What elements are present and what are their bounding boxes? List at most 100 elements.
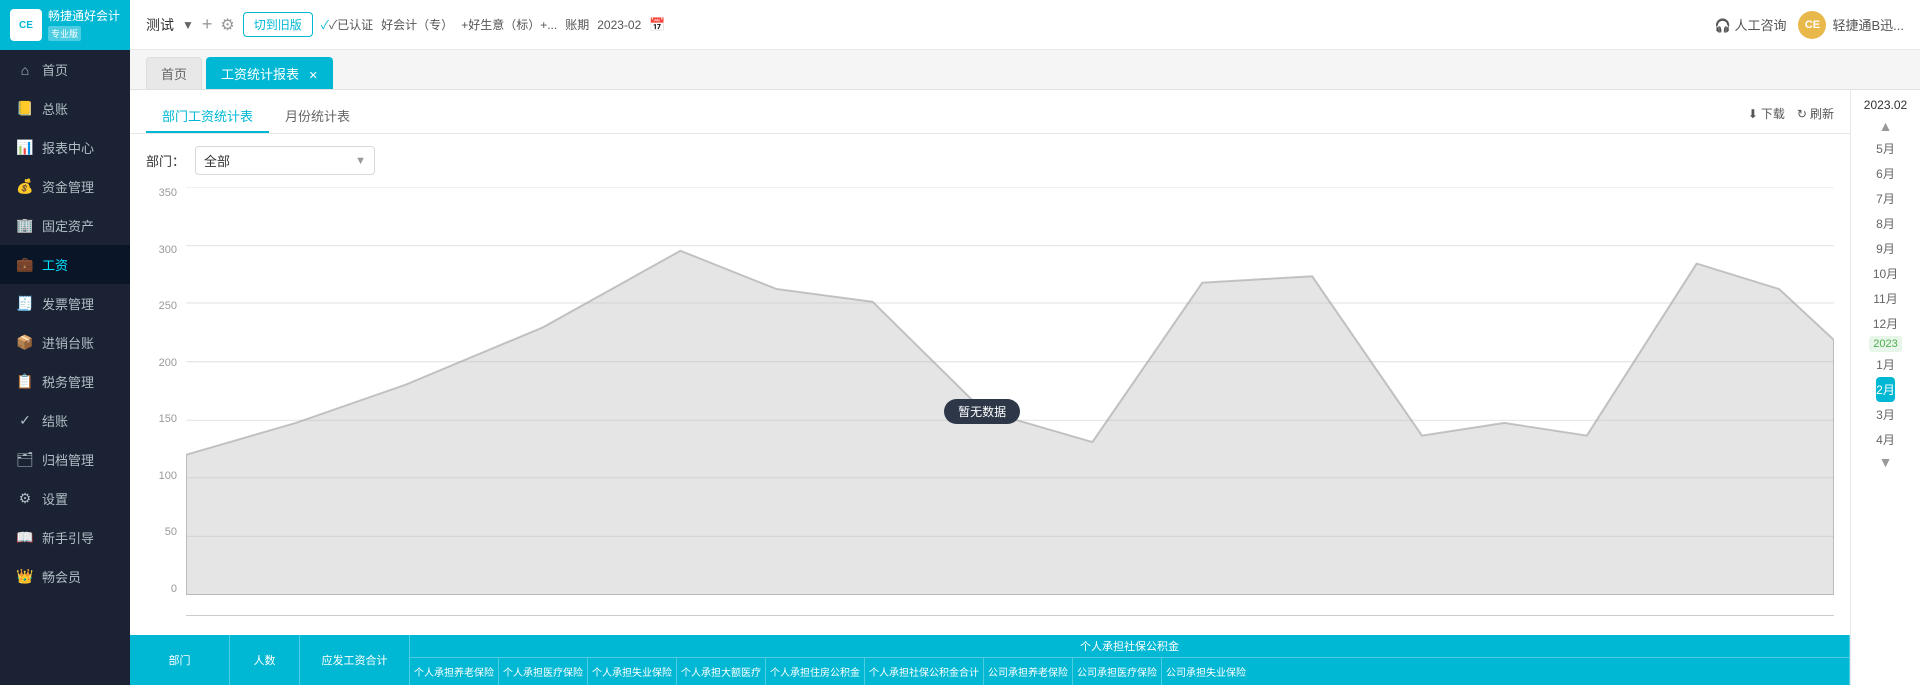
sidebar-label-tax: 税务管理 [42,372,94,391]
th-sub-4: 个人承担住房公积金 [766,658,865,685]
sidebar-item-archive[interactable]: 🗂归档管理 [0,440,130,479]
refresh-btn[interactable]: ↻ 刷新 [1797,105,1834,122]
sidebar: CE 畅捷通好会计 专业版 ⌂ 首页 📒 总账 📊报表中心💰资金管理🏢固定资产💼工资 🧾 发… [0,0,130,685]
sidebar-icon-member: 👑 [16,568,34,585]
dept-select[interactable]: 全部 ▼ [195,146,375,175]
th-sub-1: 个人承担医疗保险 [499,658,588,685]
rp-month-12月[interactable]: 12月 [1873,311,1898,336]
app-edition: 专业版 [48,26,81,41]
sidebar-icon-tax: 📋 [16,373,34,390]
main-content: 测试 ▼ + ⚙ 切到旧版 ✓✓已认证 好会计（专） +好生意（标）+... 账… [130,0,1920,685]
sidebar-item-invoice[interactable]: 🧾 发票管理 [0,284,130,323]
sidebar-item-assets[interactable]: 🏢固定资产 [0,206,130,245]
sidebar-label-invoice: 发票管理 [42,294,94,313]
sidebar-item-ledger[interactable]: 📒 总账 [0,89,130,128]
download-icon: ⬇ [1748,107,1758,121]
subtab-dept[interactable]: 部门工资统计表 [146,100,269,133]
th-sub-7: 公司承担医疗保险 [1073,658,1162,685]
sidebar-icon-invoice: 🧾 [16,295,34,312]
rp-up-arrow[interactable]: ▲ [1877,116,1895,136]
sidebar-icon-guide: 📖 [16,529,34,546]
sidebar-label-home: 首页 [42,60,68,79]
sidebar-item-report[interactable]: 📊报表中心 [0,128,130,167]
chart-area: 350 300 250 200 150 100 50 0 [130,187,1850,635]
rp-month-7月[interactable]: 7月 [1873,186,1898,211]
subtab-monthly[interactable]: 月份统计表 [269,100,366,133]
switch-old-btn[interactable]: 切到旧版 [243,12,313,37]
sidebar-icon-archive: 🗂 [16,451,34,468]
rp-month-8月[interactable]: 8月 [1873,211,1898,236]
x-axis [186,605,1834,625]
sidebar-item-settle[interactable]: ✓结账 [0,401,130,440]
sidebar-icon-home: ⌂ [16,62,34,78]
th-sub-8: 公司承担失业保险 [1162,658,1250,685]
tab-close-btn[interactable]: ✕ [309,70,318,82]
avatar: CE [1798,11,1826,39]
th-sub-3: 个人承担大额医疗 [677,658,766,685]
rp-month-6月[interactable]: 6月 [1873,161,1898,186]
sidebar-icon-assets: 🏢 [16,217,34,234]
sidebar-icon-settle: ✓ [16,412,34,429]
tabs-bar: 首页 工资统计报表 ✕ [130,50,1920,90]
subtab-group: 部门工资统计表 月份统计表 [146,100,366,133]
company-dropdown[interactable]: ▼ [182,18,194,32]
topbar-right: 🎧 人工咨询 CE 轻捷通B迅... [1715,11,1904,39]
topbar: 测试 ▼ + ⚙ 切到旧版 ✓✓已认证 好会计（专） +好生意（标）+... 账… [130,0,1920,50]
filter-bar: 部门： 全部 ▼ [130,134,1850,187]
sidebar-icon-settings: ⚙ [16,490,34,507]
sidebar-label-sales: 进销台账 [42,333,94,352]
th-sub-5: 个人承担社保公积金合计 [865,658,984,685]
accounting-tag: 好会计（专） [381,16,453,33]
sidebar-item-salary[interactable]: 💼工资 [0,245,130,284]
user-menu[interactable]: CE 轻捷通B迅... [1798,11,1904,39]
rp-month-9月[interactable]: 9月 [1873,236,1898,261]
rp-year-badge[interactable]: 2023 [1869,336,1901,352]
sidebar-label-ledger: 总账 [42,99,68,118]
download-btn[interactable]: ⬇ 下载 [1748,105,1785,122]
sidebar-label-guide: 新手引导 [42,528,94,547]
rp-month2-2月[interactable]: 2月 [1876,377,1895,402]
sidebar-item-member[interactable]: 👑畅会员 [0,557,130,596]
th-count: 人数 [230,635,300,685]
right-panel: 2023.02 ▲ 5月6月7月8月9月10月11月12月 2023 1月2月3… [1850,90,1920,685]
y-axis-labels: 350 300 250 200 150 100 50 0 [146,187,181,595]
th-group-individual: 个人承担社保公积金 个人承担养老保险个人承担医疗保险个人承担失业保险个人承担大额… [410,635,1850,685]
tab-home[interactable]: 首页 [146,57,202,89]
period-value: 2023-02 [597,18,641,32]
rp-month-11月[interactable]: 11月 [1873,286,1898,311]
sidebar-item-home[interactable]: ⌂ 首页 [0,50,130,89]
rp-down-arrow[interactable]: ▼ [1877,452,1895,472]
chart-container: 350 300 250 200 150 100 50 0 [146,187,1834,625]
table-header: 部门 人数 应发工资合计 个人承担社保公积金 个人承担养老保险个人承担医疗保险个… [130,635,1850,685]
subtab-actions: ⬇ 下载 ↻ 刷新 [1748,105,1834,128]
sidebar-item-funds[interactable]: 💰资金管理 [0,167,130,206]
sidebar-icon-report: 📊 [16,139,34,156]
rp-month2-3月[interactable]: 3月 [1876,402,1895,427]
sidebar-item-guide[interactable]: 📖 新手引导 [0,518,130,557]
rp-month-5月[interactable]: 5月 [1873,136,1898,161]
add-btn[interactable]: + [202,14,213,35]
username: 轻捷通B迅... [1832,15,1904,34]
tab-salary-report[interactable]: 工资统计报表 ✕ [206,57,333,89]
th-sub-2: 个人承担失业保险 [588,658,677,685]
rp-month2-4月[interactable]: 4月 [1876,427,1895,452]
extra-tags: +好生意（标）+... [461,16,557,33]
sidebar-icon-ledger: 📒 [16,100,34,117]
support-link[interactable]: 🎧 人工咨询 [1715,15,1787,34]
sidebar-nav: ⌂ 首页 📒 总账 📊报表中心💰资金管理🏢固定资产💼工资 🧾 发票管理 📦进销台账 📋 税务管理 ✓… [0,50,130,596]
th-group-subs: 个人承担养老保险个人承担医疗保险个人承担失业保险个人承担大额医疗个人承担住房公积… [410,658,1849,685]
chart-svg [186,187,1834,595]
company-name: 测试 [146,15,174,35]
sidebar-logo: CE 畅捷通好会计 专业版 [0,0,130,50]
rp-month2-1月[interactable]: 1月 [1876,352,1895,377]
sidebar-item-tax[interactable]: 📋 税务管理 [0,362,130,401]
settings-btn[interactable]: ⚙ [220,15,234,35]
sidebar-item-settings[interactable]: ⚙设置 [0,479,130,518]
sidebar-icon-salary: 💼 [16,256,34,273]
sidebar-item-sales[interactable]: 📦进销台账 [0,323,130,362]
calendar-icon[interactable]: 📅 [649,17,665,33]
rp-month-10月[interactable]: 10月 [1873,261,1898,286]
th-group-title: 个人承担社保公积金 [410,635,1849,658]
th-sub-6: 公司承担养老保险 [984,658,1073,685]
th-total-salary: 应发工资合计 [300,635,410,685]
